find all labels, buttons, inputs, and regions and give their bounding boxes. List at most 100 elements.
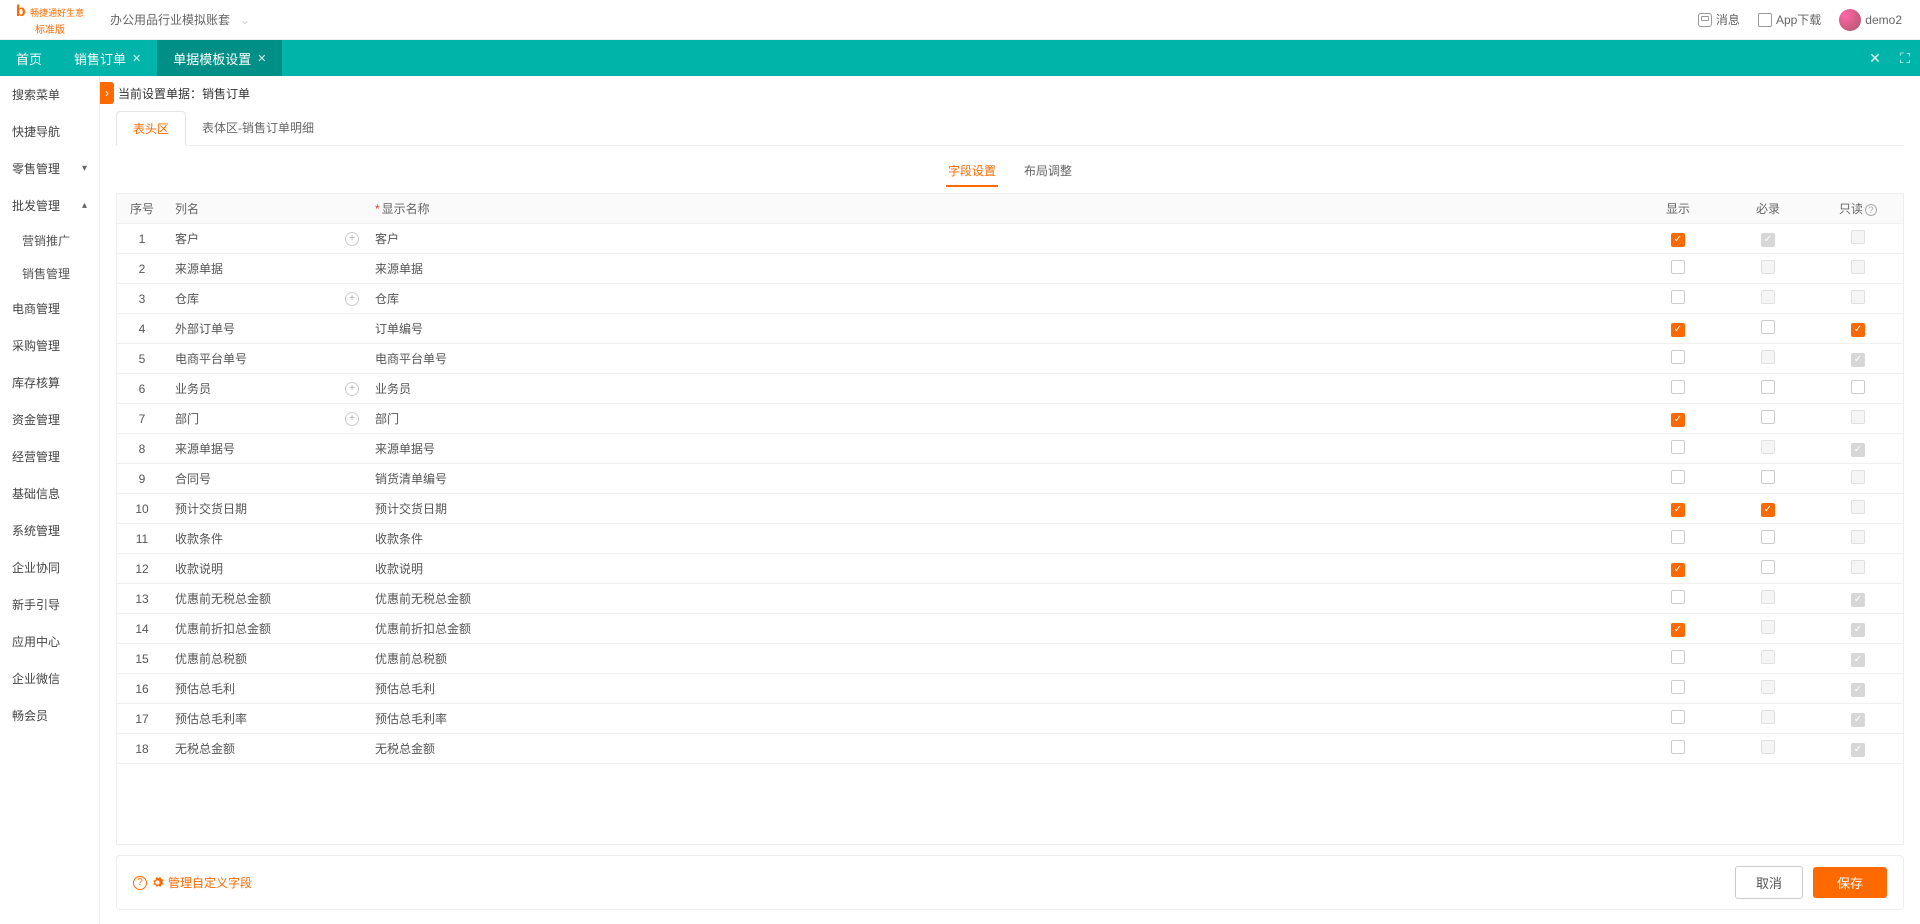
checkbox[interactable] xyxy=(1671,380,1685,394)
checkbox[interactable] xyxy=(1761,470,1775,484)
cell-display-name[interactable]: 来源单据 xyxy=(367,254,1633,284)
banner-caret-icon[interactable]: › xyxy=(100,82,114,104)
cell-display-name[interactable]: 优惠前无税总金额 xyxy=(367,584,1633,614)
manage-custom-fields-link[interactable]: ? 管理自定义字段 xyxy=(133,874,252,891)
checkbox[interactable] xyxy=(1761,380,1775,394)
tab-home[interactable]: 首页 xyxy=(0,40,58,76)
region-tab-header[interactable]: 表头区 xyxy=(116,111,186,146)
checkbox[interactable] xyxy=(1671,680,1685,694)
checkbox[interactable] xyxy=(1761,320,1775,334)
checkbox[interactable] xyxy=(1671,470,1685,484)
cell-display-name[interactable]: 订单编号 xyxy=(367,314,1633,344)
sidebar-item[interactable]: 搜索菜单 xyxy=(0,76,99,113)
cell-name: 优惠前无税总金额 xyxy=(167,584,367,614)
sub-tabs: 字段设置 布局调整 xyxy=(116,146,1904,193)
app-download-button[interactable]: App下载 xyxy=(1758,11,1821,28)
close-icon[interactable]: ✕ xyxy=(132,52,141,65)
checkbox[interactable] xyxy=(1671,413,1685,427)
sub-tab-fields[interactable]: 字段设置 xyxy=(946,156,998,187)
message-icon xyxy=(1698,13,1712,27)
checkbox[interactable] xyxy=(1851,323,1865,337)
checkbox[interactable] xyxy=(1671,650,1685,664)
sidebar-item[interactable]: 采购管理 xyxy=(0,327,99,364)
tab-template-settings[interactable]: 单据模板设置✕ xyxy=(157,40,282,76)
checkbox[interactable] xyxy=(1671,350,1685,364)
plus-icon[interactable]: + xyxy=(345,232,359,246)
sidebar-item[interactable]: 应用中心 xyxy=(0,623,99,660)
checkbox[interactable] xyxy=(1761,560,1775,574)
cell-display-name[interactable]: 电商平台单号 xyxy=(367,344,1633,374)
cell-display-name[interactable]: 客户 xyxy=(367,224,1633,254)
cell-display-name[interactable]: 来源单据号 xyxy=(367,434,1633,464)
checkbox[interactable] xyxy=(1671,530,1685,544)
sidebar-item[interactable]: 新手引导 xyxy=(0,586,99,623)
tab-close-all-button[interactable]: ✕ xyxy=(1860,40,1890,76)
cell-display-name[interactable]: 预估总毛利 xyxy=(367,674,1633,704)
cell-readonly xyxy=(1813,254,1903,284)
sidebar-item[interactable]: 库存核算 xyxy=(0,364,99,401)
checkbox[interactable] xyxy=(1671,233,1685,247)
sidebar-item[interactable]: 基础信息 xyxy=(0,475,99,512)
cell-display-name[interactable]: 收款说明 xyxy=(367,554,1633,584)
sidebar-item[interactable]: 电商管理 xyxy=(0,290,99,327)
cell-name: 优惠前总税额 xyxy=(167,644,367,674)
sidebar-item[interactable]: 快捷导航 xyxy=(0,113,99,150)
cell-display-name[interactable]: 预估总毛利率 xyxy=(367,704,1633,734)
sidebar-item[interactable]: 经营管理 xyxy=(0,438,99,475)
plus-icon[interactable]: + xyxy=(345,382,359,396)
sidebar-item[interactable]: 企业协同 xyxy=(0,549,99,586)
checkbox[interactable] xyxy=(1671,323,1685,337)
sidebar-item[interactable]: 零售管理▾ xyxy=(0,150,99,187)
plus-icon[interactable]: + xyxy=(345,412,359,426)
checkbox[interactable] xyxy=(1671,710,1685,724)
cell-display-name[interactable]: 部门 xyxy=(367,404,1633,434)
checkbox[interactable] xyxy=(1671,503,1685,517)
cell-display-name[interactable]: 预计交货日期 xyxy=(367,494,1633,524)
sidebar-item[interactable]: 批发管理▴ xyxy=(0,187,99,224)
table-row: 10预计交货日期预计交货日期 xyxy=(117,494,1903,524)
sidebar-item[interactable]: 畅会员 xyxy=(0,697,99,734)
cell-show xyxy=(1633,674,1723,704)
cell-display-name[interactable]: 无税总金额 xyxy=(367,734,1633,764)
cell-required xyxy=(1723,644,1813,674)
cell-readonly xyxy=(1813,374,1903,404)
cell-display-name[interactable]: 仓库 xyxy=(367,284,1633,314)
checkbox[interactable] xyxy=(1671,260,1685,274)
sidebar-item[interactable]: 系统管理 xyxy=(0,512,99,549)
checkbox[interactable] xyxy=(1671,563,1685,577)
cell-display-name[interactable]: 业务员 xyxy=(367,374,1633,404)
cell-display-name[interactable]: 优惠前折扣总金额 xyxy=(367,614,1633,644)
region-tab-body[interactable]: 表体区-销售订单明细 xyxy=(185,110,331,145)
sidebar-item[interactable]: 企业微信 xyxy=(0,660,99,697)
checkbox xyxy=(1761,680,1775,694)
checkbox[interactable] xyxy=(1671,740,1685,754)
tab-sales-order[interactable]: 销售订单✕ xyxy=(58,40,157,76)
save-button[interactable]: 保存 xyxy=(1813,867,1887,898)
checkbox[interactable] xyxy=(1761,503,1775,517)
checkbox[interactable] xyxy=(1671,623,1685,637)
cell-display-name[interactable]: 收款条件 xyxy=(367,524,1633,554)
fullscreen-button[interactable]: ⛶ xyxy=(1890,40,1920,76)
sidebar-item[interactable]: 资金管理 xyxy=(0,401,99,438)
cancel-button[interactable]: 取消 xyxy=(1735,866,1803,899)
checkbox[interactable] xyxy=(1671,440,1685,454)
cell-required xyxy=(1723,734,1813,764)
sub-tab-layout[interactable]: 布局调整 xyxy=(1022,156,1074,187)
plus-icon[interactable]: + xyxy=(345,292,359,306)
cell-required xyxy=(1723,704,1813,734)
checkbox[interactable] xyxy=(1671,290,1685,304)
checkbox[interactable] xyxy=(1671,590,1685,604)
fields-table-wrap[interactable]: 序号 列名 *显示名称 显示 必录 只读? 1客户+客户2来源单据来源单据3仓库… xyxy=(116,193,1904,845)
account-select[interactable]: 办公用品行业模拟账套 ⌄ xyxy=(110,11,250,28)
checkbox[interactable] xyxy=(1851,380,1865,394)
close-icon[interactable]: ✕ xyxy=(257,52,266,65)
cell-display-name[interactable]: 优惠前总税额 xyxy=(367,644,1633,674)
cell-display-name[interactable]: 销货清单编号 xyxy=(367,464,1633,494)
checkbox[interactable] xyxy=(1761,530,1775,544)
messages-button[interactable]: 消息 xyxy=(1698,11,1740,28)
help-icon[interactable]: ? xyxy=(1865,204,1877,216)
sidebar-subitem[interactable]: 销售管理 xyxy=(0,257,99,290)
sidebar-subitem[interactable]: 营销推广 xyxy=(0,224,99,257)
checkbox[interactable] xyxy=(1761,410,1775,424)
user-menu[interactable]: demo2 xyxy=(1839,9,1902,31)
